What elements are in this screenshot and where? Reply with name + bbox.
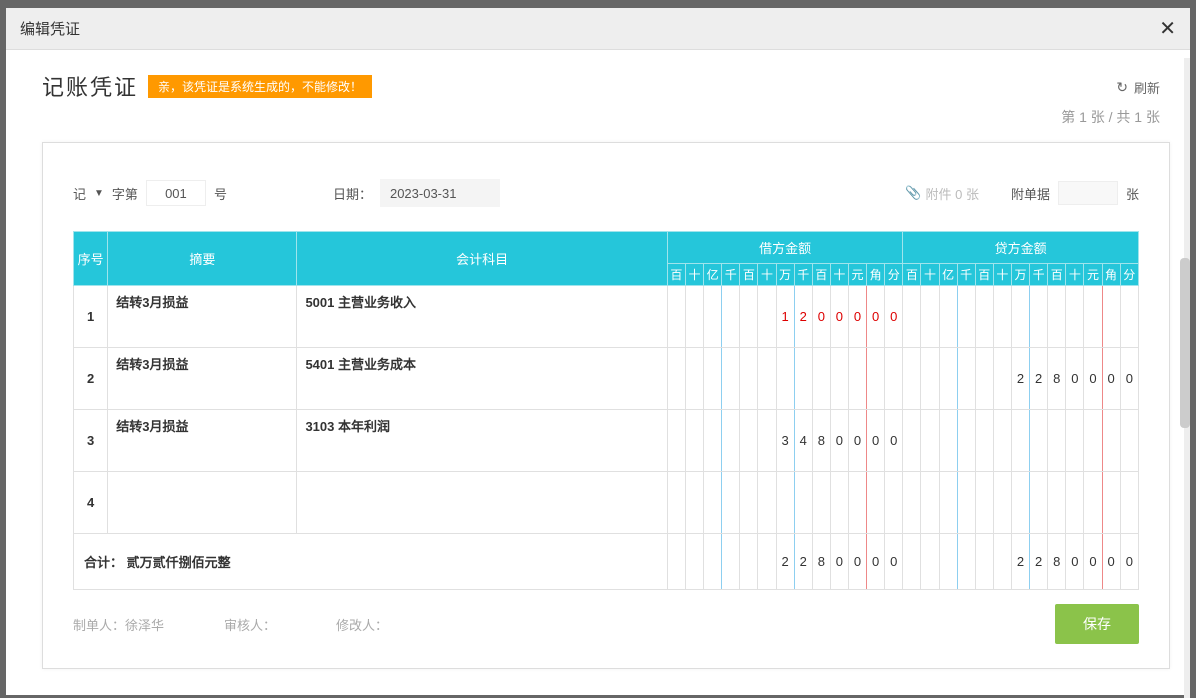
fudan-input[interactable] xyxy=(1058,181,1118,205)
voucher-card: 记 ▼ 字第 号 日期： 📎 附件 0 张 附单据 张 xyxy=(42,142,1170,669)
total-row: 合计： 贰万贰仟捌佰元整22800002280000 xyxy=(74,534,1139,590)
modal-header: 编辑凭证 ✕ xyxy=(6,8,1190,50)
voucher-table: 序号 摘要 会计科目 借方金额 贷方金额 百十亿千百十万千百十元角分百十亿千百十… xyxy=(73,231,1139,590)
table-row[interactable]: 2结转3月损益5401 主营业务成本2280000 xyxy=(74,348,1139,410)
th-debit: 借方金额 xyxy=(667,232,902,264)
table-row[interactable]: 3结转3月损益3103 本年利润3480000 xyxy=(74,410,1139,472)
warning-tag: 亲，该凭证是系统生成的，不能修改！ xyxy=(148,75,372,98)
save-button[interactable]: 保存 xyxy=(1055,604,1139,644)
scrollbar-track[interactable] xyxy=(1184,58,1190,698)
pager-info: 第 1 张 / 共 1 张 xyxy=(1061,107,1160,127)
table-row[interactable]: 1结转3月损益5001 主营业务收入1200000 xyxy=(74,286,1139,348)
maker-label: 制单人：徐泽华 xyxy=(73,615,164,634)
editor-label: 修改人： xyxy=(336,615,388,634)
date-input[interactable] xyxy=(380,179,500,207)
table-row[interactable]: 4 xyxy=(74,472,1139,534)
paperclip-icon: 📎 xyxy=(905,185,921,201)
table-header: 序号 摘要 会计科目 借方金额 贷方金额 百十亿千百十万千百十元角分百十亿千百十… xyxy=(74,232,1139,286)
voucher-number-input[interactable] xyxy=(146,180,206,206)
refresh-button[interactable]: ↻ 刷新 xyxy=(1116,78,1160,97)
attachment-link[interactable]: 📎 附件 0 张 xyxy=(905,184,979,203)
th-seq: 序号 xyxy=(74,232,108,286)
th-subject: 会计科目 xyxy=(297,232,667,286)
voucher-type-dropdown[interactable]: 记 ▼ xyxy=(73,184,104,203)
caret-down-icon: ▼ xyxy=(94,188,104,199)
refresh-icon: ↻ xyxy=(1116,79,1128,96)
modal: 编辑凭证 ✕ 记账凭证 亲，该凭证是系统生成的，不能修改！ ↻ 刷新 第 1 张… xyxy=(6,8,1190,695)
close-icon[interactable]: ✕ xyxy=(1159,16,1176,41)
th-credit: 贷方金额 xyxy=(903,232,1139,264)
th-summary: 摘要 xyxy=(108,232,297,286)
scrollbar-thumb[interactable] xyxy=(1180,258,1190,428)
page-title: 记账凭证 xyxy=(42,70,138,102)
modal-title: 编辑凭证 xyxy=(20,18,80,39)
auditor-label: 审核人： xyxy=(224,615,276,634)
